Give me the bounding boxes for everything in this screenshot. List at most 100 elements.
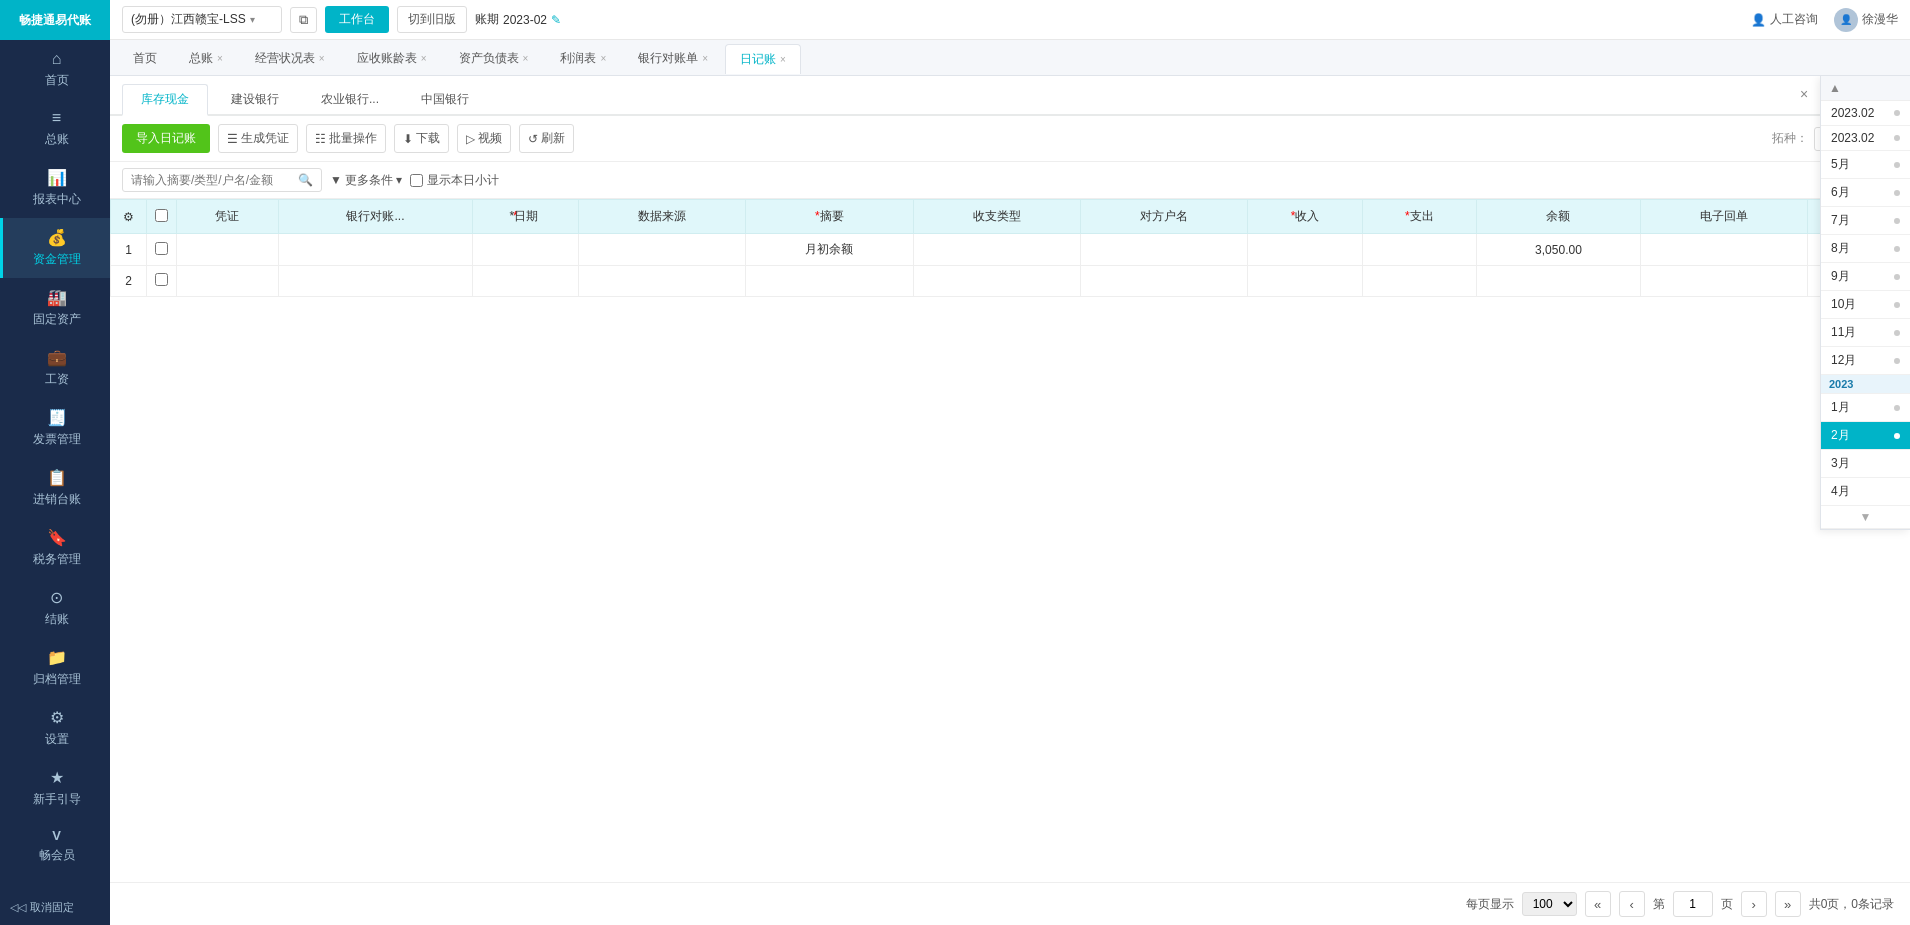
date-scroll-down[interactable]: ▼: [1821, 506, 1910, 529]
date-entry-7[interactable]: 7月: [1821, 207, 1910, 235]
tab-close-icon[interactable]: ×: [523, 53, 529, 64]
refresh-button[interactable]: ↺ 刷新: [519, 124, 574, 153]
tab-assets[interactable]: 资产负债表 ×: [444, 43, 544, 73]
first-page-button[interactable]: «: [1585, 891, 1611, 917]
unpin-sidebar[interactable]: ◁◁ 取消固定: [0, 890, 110, 925]
tab-profit[interactable]: 利润表 ×: [545, 43, 621, 73]
company-selector[interactable]: (勿册）江西赣宝-LSS ▾: [122, 6, 282, 33]
topbar: (勿册）江西赣宝-LSS ▾ ⧉ 工作台 切到旧版 账期 2023-02 ✎ 👤…: [110, 0, 1910, 40]
sidebar-item-fixed[interactable]: 🏭 固定资产: [0, 278, 110, 338]
date-entry-9[interactable]: 9月: [1821, 263, 1910, 291]
per-page-select[interactable]: 50 100 200: [1522, 892, 1577, 916]
date-entry-6[interactable]: 6月: [1821, 179, 1910, 207]
tab-close-icon[interactable]: ×: [421, 53, 427, 64]
copy-company-button[interactable]: ⧉: [290, 7, 317, 33]
guide-icon: ★: [50, 768, 64, 787]
workspace-button[interactable]: 工作台: [325, 6, 389, 33]
generate-voucher-button[interactable]: ☰ 生成凭证: [218, 124, 298, 153]
date-entry-2023-02-top2[interactable]: 2023.02: [1821, 126, 1910, 151]
col-settings[interactable]: ⚙: [111, 200, 147, 234]
date-year-2023[interactable]: 2023: [1821, 375, 1910, 394]
search-icon[interactable]: 🔍: [298, 173, 313, 187]
date-entry-5[interactable]: 5月: [1821, 151, 1910, 179]
sidebar-item-purchase[interactable]: 📋 进销台账: [0, 458, 110, 518]
tab-ledger[interactable]: 总账 ×: [174, 43, 238, 73]
date-scroll-area[interactable]: 2023.02 2023.02 5月 6月 7月: [1821, 101, 1910, 529]
date-panel-up-icon[interactable]: ▲: [1829, 81, 1841, 95]
sidebar-item-archive[interactable]: 📁 归档管理: [0, 638, 110, 698]
row-checkbox[interactable]: [147, 266, 177, 297]
page-area: 库存现金 建设银行 农业银行... 中国银行 导入日记账 ☰ 生成凭证 ☷ 批量…: [110, 76, 1910, 925]
show-daily-subtotal[interactable]: 显示本日小计: [410, 172, 499, 189]
scroll-down-icon: ▼: [1860, 510, 1872, 524]
download-button[interactable]: ⬇ 下载: [394, 124, 449, 153]
date-entry-8[interactable]: 8月: [1821, 235, 1910, 263]
dot-icon: [1894, 358, 1900, 364]
main-content: (勿册）江西赣宝-LSS ▾ ⧉ 工作台 切到旧版 账期 2023-02 ✎ 👤…: [110, 0, 1910, 925]
sidebar-item-capital[interactable]: 💰 资金管理: [0, 218, 110, 278]
more-filters-button[interactable]: ▼ 更多条件 ▾: [330, 172, 402, 189]
sidebar-item-tax[interactable]: 🔖 税务管理: [0, 518, 110, 578]
edit-period-icon[interactable]: ✎: [551, 13, 561, 27]
tab-close-icon[interactable]: ×: [702, 53, 708, 64]
sidebar-item-settings[interactable]: ⚙ 设置: [0, 698, 110, 758]
date-entry-2023-3[interactable]: 3月: [1821, 450, 1910, 478]
capital-icon: 💰: [47, 228, 67, 247]
tab-home[interactable]: 首页: [118, 43, 172, 73]
sidebar-item-guide[interactable]: ★ 新手引导: [0, 758, 110, 818]
dot-icon: [1894, 405, 1900, 411]
sidebar-item-ledger[interactable]: ≡ 总账: [0, 99, 110, 158]
close-date-panel-button[interactable]: ×: [1794, 84, 1814, 104]
row-select-checkbox[interactable]: [155, 242, 168, 255]
page-input[interactable]: [1673, 891, 1713, 917]
search-input-wrap[interactable]: 🔍: [122, 168, 322, 192]
tab-bank[interactable]: 银行对账单 ×: [623, 43, 723, 73]
select-all-checkbox[interactable]: [155, 209, 168, 222]
tab-close-icon[interactable]: ×: [217, 53, 223, 64]
sidebar-item-invoice[interactable]: 🧾 发票管理: [0, 398, 110, 458]
sidebar-item-close[interactable]: ⊙ 结账: [0, 578, 110, 638]
next-page-button[interactable]: ›: [1741, 891, 1767, 917]
date-entry-2023-2[interactable]: 2月: [1821, 422, 1910, 450]
sidebar-item-reports[interactable]: 📊 报表中心: [0, 158, 110, 218]
date-entry-2023-1[interactable]: 1月: [1821, 394, 1910, 422]
period-label: 账期: [475, 11, 499, 28]
last-page-button[interactable]: »: [1775, 891, 1801, 917]
row-balance: 3,050.00: [1477, 234, 1641, 266]
tab-close-icon[interactable]: ×: [780, 54, 786, 65]
tab-ledger-label: 总账: [189, 50, 213, 67]
tab-close-icon[interactable]: ×: [600, 53, 606, 64]
search-input[interactable]: [131, 173, 294, 187]
sub-tab-boc[interactable]: 中国银行: [402, 84, 488, 114]
user-service[interactable]: 👤 人工咨询: [1751, 11, 1818, 28]
tab-operation[interactable]: 经营状况表 ×: [240, 43, 340, 73]
sidebar-item-member[interactable]: V 畅会员: [0, 818, 110, 874]
sub-tab-ccb[interactable]: 建设银行: [212, 84, 298, 114]
sidebar-item-salary[interactable]: 💼 工资: [0, 338, 110, 398]
import-journal-button[interactable]: 导入日记账: [122, 124, 210, 153]
row-bank-account: [278, 234, 473, 266]
video-icon: ▷: [466, 132, 475, 146]
date-entry-2023-4[interactable]: 4月: [1821, 478, 1910, 506]
sub-tab-abc[interactable]: 农业银行...: [302, 84, 398, 114]
video-button[interactable]: ▷ 视频: [457, 124, 511, 153]
sidebar-item-home[interactable]: ⌂ 首页: [0, 40, 110, 99]
sidebar-item-label: 固定资产: [33, 311, 81, 328]
batch-operation-button[interactable]: ☷ 批量操作: [306, 124, 386, 153]
date-entry-11[interactable]: 11月: [1821, 319, 1910, 347]
date-entry-2023-02-top1[interactable]: 2023.02: [1821, 101, 1910, 126]
row-checkbox[interactable]: [147, 234, 177, 266]
old-version-button[interactable]: 切到旧版: [397, 6, 467, 33]
sub-tab-cash[interactable]: 库存现金: [122, 84, 208, 116]
tab-journal[interactable]: 日记账 ×: [725, 44, 801, 74]
prev-page-button[interactable]: ‹: [1619, 891, 1645, 917]
date-entry-10[interactable]: 10月: [1821, 291, 1910, 319]
tab-close-icon[interactable]: ×: [319, 53, 325, 64]
user-info[interactable]: 👤 徐漫华: [1834, 8, 1898, 32]
date-entry-12[interactable]: 12月: [1821, 347, 1910, 375]
row-expense: [1362, 266, 1476, 297]
show-daily-checkbox[interactable]: [410, 174, 423, 187]
tab-receivable[interactable]: 应收账龄表 ×: [342, 43, 442, 73]
col-checkbox[interactable]: [147, 200, 177, 234]
row-select-checkbox[interactable]: [155, 273, 168, 286]
